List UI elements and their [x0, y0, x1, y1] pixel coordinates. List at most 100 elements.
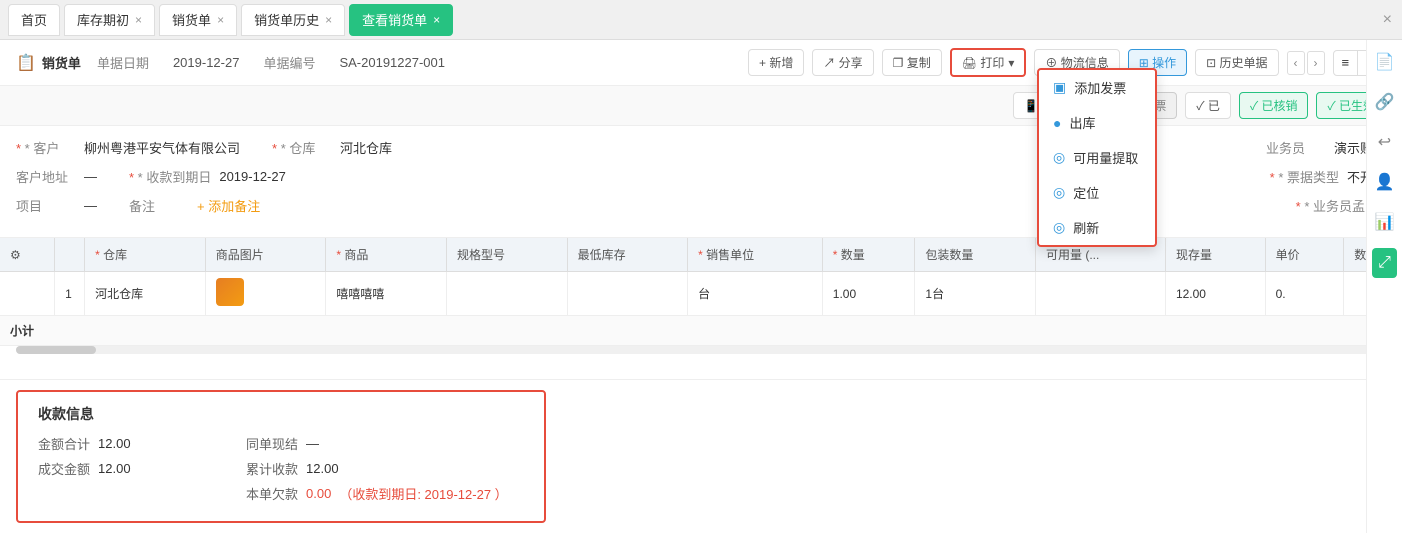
payment-row-1: 金额合计 12.00 同单现结 —	[38, 434, 524, 453]
second-toolbar: 📱 来自手机 ● 未开票 ✓ 已 ✓ 已核销 ✓ 已生效	[0, 86, 1402, 126]
dropdown-ship-out[interactable]: ● 出库	[1039, 105, 1155, 140]
project-label: 项目	[16, 196, 76, 215]
payment-row-2: 成交金额 12.00 累计收款 12.00	[38, 459, 524, 478]
settings-icon: ⚙	[10, 248, 21, 262]
payment-title: 收款信息	[38, 404, 524, 424]
sidebar-link-icon[interactable]: 🔗	[1371, 88, 1399, 116]
nav-arrows: ‹ ›	[1287, 51, 1325, 75]
print-button-label: 🖨 打印	[962, 54, 1005, 71]
cell-current-stock: 12.00	[1165, 272, 1265, 316]
copy-button[interactable]: ❐ 复制	[882, 49, 942, 76]
window-close-button[interactable]: ×	[1383, 11, 1392, 29]
tab-sales-history[interactable]: 销货单历史 ×	[241, 4, 345, 36]
customer-field: * 客户 柳州粤港平安气体有限公司	[16, 138, 240, 157]
tab-view-sales-close[interactable]: ×	[433, 13, 440, 27]
add-note-button[interactable]: + 添加备注	[197, 196, 260, 215]
cell-image	[205, 272, 326, 316]
col-unit: * 销售单位	[688, 238, 823, 272]
number-value: SA-20191227-001	[339, 55, 445, 70]
new-button-label: + 新增	[759, 54, 793, 71]
total-label: 金额合计	[38, 434, 90, 453]
balance-value: 0.00	[306, 486, 331, 501]
same-order-field: 同单现结 —	[246, 434, 406, 453]
tab-inventory-label: 库存期初	[77, 10, 129, 29]
dropdown-add-invoice[interactable]: ▣ 添加发票	[1039, 70, 1155, 105]
note-field: 备注 + 添加备注	[129, 196, 260, 215]
ship-out-label: 出库	[1069, 113, 1095, 132]
tab-sales-close[interactable]: ×	[217, 13, 224, 27]
tab-inventory[interactable]: 库存期初 ×	[64, 4, 155, 36]
cell-available	[1036, 272, 1166, 316]
new-button[interactable]: + 新增	[748, 49, 804, 76]
salesperson-label: 业务员	[1266, 138, 1326, 157]
main-content: 📋 销货单 单据日期 2019-12-27 单据编号 SA-20191227-0…	[0, 40, 1402, 533]
date-value: 2019-12-27	[173, 55, 240, 70]
due-date-label: * 收款到期日	[129, 167, 211, 186]
print-dropdown-arrow[interactable]: ▾	[1008, 56, 1014, 70]
tab-home[interactable]: 首页	[8, 4, 60, 36]
nav-next-button[interactable]: ›	[1307, 51, 1325, 75]
sidebar-return-icon[interactable]: ↩	[1374, 128, 1395, 156]
tab-home-label: 首页	[21, 10, 47, 29]
sidebar-doc-icon[interactable]: 📄	[1371, 48, 1399, 76]
tab-sales[interactable]: 销货单 ×	[159, 4, 237, 36]
tab-view-sales[interactable]: 查看销货单 ×	[349, 4, 453, 36]
share-button[interactable]: ↗ 分享	[812, 49, 873, 76]
cell-warehouse: 河北仓库	[85, 272, 206, 316]
cumulative-field: 累计收款 12.00	[246, 459, 406, 478]
dropdown-menu: ▣ 添加发票 ● 出库 ◎ 可用量提取 ◎ 定位 ◎ 刷新	[1037, 68, 1157, 247]
share-button-label: ↗ 分享	[823, 54, 862, 71]
tab-sales-history-label: 销货单历史	[254, 10, 319, 29]
salesperson2-label: * 业务员孟	[1296, 196, 1365, 215]
col-product: * 商品	[326, 238, 447, 272]
sidebar-expand-icon[interactable]: ⤢	[1372, 248, 1397, 278]
cancelled-button[interactable]: ✓ 已核销	[1239, 92, 1309, 119]
same-order-value: —	[306, 436, 319, 451]
dropdown-locate[interactable]: ◎ 定位	[1039, 175, 1155, 210]
locate-label: 定位	[1073, 183, 1099, 202]
project-field: 项目 —	[16, 196, 97, 215]
tab-inventory-close[interactable]: ×	[135, 13, 142, 27]
col-current-stock: 现存量	[1165, 238, 1265, 272]
warehouse-field: * 仓库 河北仓库	[272, 138, 392, 157]
col-spec: 规格型号	[446, 238, 567, 272]
tab-sales-label: 销货单	[172, 10, 211, 29]
dropdown-available-qty[interactable]: ◎ 可用量提取	[1039, 140, 1155, 175]
sidebar-user-icon[interactable]: 👤	[1371, 168, 1399, 196]
product-table-wrap: ⚙ * 仓库 商品图片 * 商品 规格型号 最低库存 * 销售单位 * 数量 包…	[0, 238, 1402, 380]
payment-row-3: 本单欠款 0.00 （收款到期日: 2019-12-27 ）	[38, 484, 524, 503]
refresh-icon: ◎	[1053, 219, 1065, 236]
document-title: 📋 销货单	[16, 53, 81, 73]
copy-button-label: ❐ 复制	[893, 54, 931, 71]
dropdown-refresh[interactable]: ◎ 刷新	[1039, 210, 1155, 245]
print-button[interactable]: 🖨 打印 ▾	[950, 48, 1027, 77]
form-row-2: 客户地址 — * 收款到期日 2019-12-27 * 票据类型 不开票	[16, 167, 1386, 186]
available-qty-label: 可用量提取	[1073, 148, 1138, 167]
locate-icon: ◎	[1053, 184, 1065, 201]
col-settings[interactable]: ⚙	[0, 238, 55, 272]
transaction-value: 12.00	[98, 461, 131, 476]
address-field: 客户地址 —	[16, 167, 97, 186]
cell-row-num: 1	[55, 272, 85, 316]
cumulative-label: 累计收款	[246, 459, 298, 478]
history-button-label: ⊡ 历史单据	[1206, 54, 1267, 71]
form-row-1: * 客户 柳州粤港平安气体有限公司 * 仓库 河北仓库 业务员 演示账号	[16, 138, 1386, 157]
cumulative-value: 12.00	[306, 461, 339, 476]
col-min-stock: 最低库存	[567, 238, 688, 272]
cell-min-stock	[567, 272, 688, 316]
history-button[interactable]: ⊡ 历史单据	[1195, 49, 1278, 76]
nav-prev-button[interactable]: ‹	[1287, 51, 1305, 75]
doc-title-text: 销货单	[42, 53, 81, 72]
form-row-3: 项目 — 备注 + 添加备注 * 业务员孟 —	[16, 196, 1386, 215]
horizontal-scrollbar[interactable]	[16, 346, 1386, 354]
col-image: 商品图片	[205, 238, 326, 272]
confirm-button[interactable]: ✓ 已	[1185, 92, 1231, 119]
col-row-num	[55, 238, 85, 272]
form-section: * 客户 柳州粤港平安气体有限公司 * 仓库 河北仓库 业务员 演示账号 客户地…	[0, 126, 1402, 238]
scrollbar-thumb[interactable]	[16, 346, 96, 354]
doc-meta: 单据日期 2019-12-27 单据编号 SA-20191227-001	[97, 53, 445, 72]
cell-quantity: 1.00	[822, 272, 915, 316]
tab-sales-history-close[interactable]: ×	[325, 13, 332, 27]
view-list-button[interactable]: ≡	[1334, 51, 1359, 75]
sidebar-chart-icon[interactable]: 📊	[1371, 208, 1399, 236]
